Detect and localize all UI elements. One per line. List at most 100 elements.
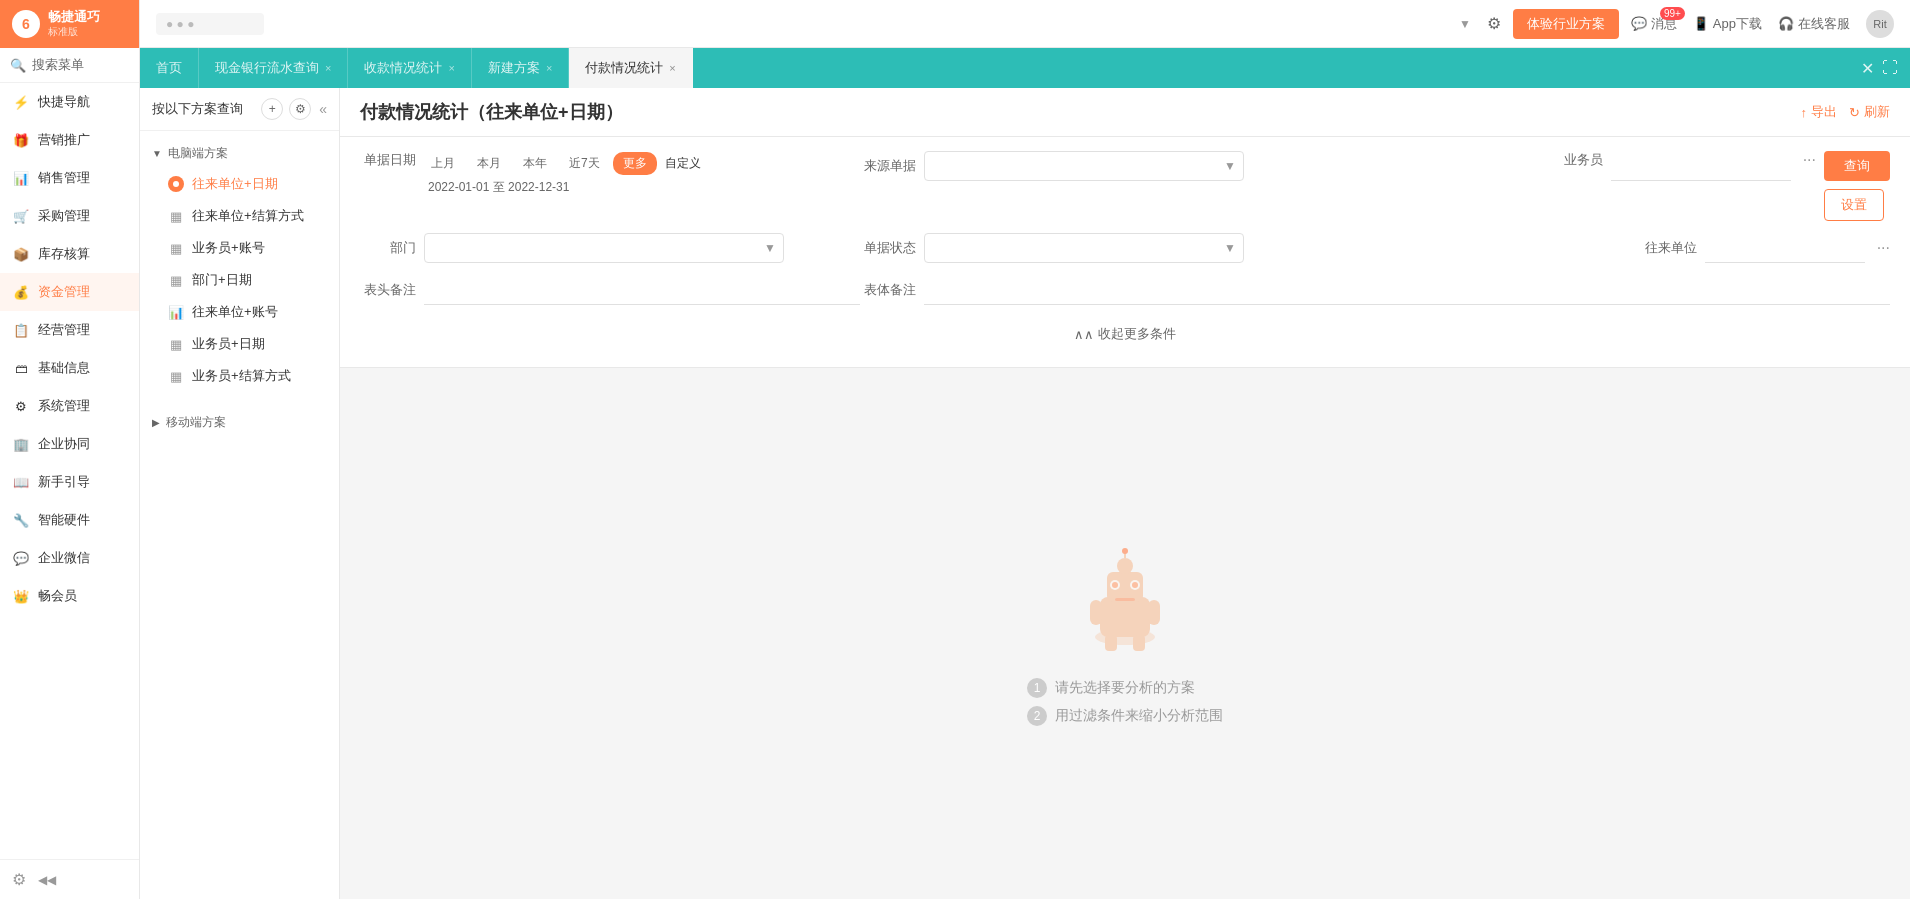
date-custom-label[interactable]: 自定义 — [665, 155, 701, 172]
message-icon: 💬 — [1631, 16, 1647, 31]
export-label: 导出 — [1811, 103, 1837, 121]
messages-button[interactable]: 💬 消息 99+ — [1631, 15, 1677, 33]
scheme-item-label: 业务员+结算方式 — [192, 367, 291, 385]
add-scheme-button[interactable]: + — [261, 98, 283, 120]
sidebar: 6 畅捷通巧 标准版 🔍 搜索菜单 ⚡ 快捷导航 🎁 营销推广 📊 销售管理 🛒… — [0, 0, 140, 899]
dept-date-icon: ▦ — [168, 272, 184, 288]
sidebar-item-operation[interactable]: 📋 经营管理 — [0, 311, 139, 349]
sidebar-item-purchase[interactable]: 🛒 采购管理 — [0, 197, 139, 235]
logo-sub: 标准版 — [48, 25, 100, 39]
tab-new-plan-close-icon[interactable]: × — [546, 62, 552, 74]
body-note-input[interactable] — [924, 275, 1890, 305]
online-service-button[interactable]: 🎧 在线客服 — [1778, 15, 1850, 33]
marketing-icon: 🎁 — [12, 131, 30, 149]
refresh-icon: ↻ — [1849, 105, 1860, 120]
tip1-text: 请先选择要分析的方案 — [1055, 679, 1195, 697]
tab-cashflow-close-icon[interactable]: × — [325, 62, 331, 74]
date-btn-this-month[interactable]: 本月 — [468, 151, 510, 176]
sidebar-item-member[interactable]: 👑 畅会员 — [0, 577, 139, 615]
sidebar-item-label: 基础信息 — [38, 359, 90, 377]
query-button[interactable]: 查询 — [1824, 151, 1890, 181]
sidebar-item-sales[interactable]: 📊 销售管理 — [0, 159, 139, 197]
user-avatar[interactable]: Rit — [1866, 10, 1894, 38]
svg-point-6 — [1112, 582, 1118, 588]
sidebar-item-finance[interactable]: 💰 资金管理 — [0, 273, 139, 311]
sidebar-item-enterprise[interactable]: 🏢 企业协同 — [0, 425, 139, 463]
scheme-settings-button[interactable]: ⚙ — [289, 98, 311, 120]
search-menu[interactable]: 🔍 搜索菜单 — [0, 48, 139, 83]
partner-date-icon — [168, 176, 184, 192]
staff-input-area — [1611, 151, 1791, 181]
tab-home[interactable]: 首页 — [140, 48, 199, 88]
status-label: 单据状态 — [860, 239, 916, 257]
sidebar-item-guide[interactable]: 📖 新手引导 — [0, 463, 139, 501]
mobile-group-title[interactable]: ▶ 移动端方案 — [140, 408, 339, 437]
topbar-gear-icon[interactable]: ⚙ — [1487, 14, 1501, 33]
status-select-wrap: ▼ — [924, 233, 1244, 263]
date-more-button[interactable]: 更多 — [613, 152, 657, 175]
staff-date-icon: ▦ — [168, 336, 184, 352]
tab-payment-stats-close-icon[interactable]: × — [669, 62, 675, 74]
close-tab-icon[interactable]: ✕ — [1861, 59, 1874, 78]
trial-button[interactable]: 体验行业方案 — [1513, 9, 1619, 39]
status-select[interactable] — [924, 233, 1244, 263]
export-button[interactable]: ↑ 导出 — [1801, 103, 1838, 121]
left-panel-title: 按以下方案查询 — [152, 100, 253, 118]
maximize-tab-icon[interactable]: ⛶ — [1882, 59, 1898, 77]
tab-new-plan[interactable]: 新建方案 × — [472, 48, 569, 88]
date-btn-7days[interactable]: 近7天 — [560, 151, 609, 176]
header-note-label: 表头备注 — [360, 281, 416, 299]
svg-rect-10 — [1148, 600, 1160, 625]
empty-tip-1: 1 请先选择要分析的方案 — [1027, 678, 1223, 698]
sidebar-item-system[interactable]: ⚙ 系统管理 — [0, 387, 139, 425]
tab-new-plan-label: 新建方案 — [488, 59, 540, 77]
desktop-group-title[interactable]: ▼ 电脑端方案 — [140, 139, 339, 168]
collapse-filter-button[interactable]: ∧∧ 收起更多条件 — [1064, 315, 1186, 353]
sidebar-item-hardware[interactable]: 🔧 智能硬件 — [0, 501, 139, 539]
tab-receipts-close-icon[interactable]: × — [448, 62, 454, 74]
date-btn-last-month[interactable]: 上月 — [422, 151, 464, 176]
scheme-item-partner-date[interactable]: 往来单位+日期 — [140, 168, 339, 200]
collapse-filter-label: 收起更多条件 — [1098, 325, 1176, 343]
search-label: 搜索菜单 — [32, 56, 84, 74]
settings-bottom-icon[interactable]: ⚙ — [12, 870, 26, 889]
tab-payment-stats[interactable]: 付款情况统计 × — [569, 48, 692, 88]
refresh-button[interactable]: ↻ 刷新 — [1849, 103, 1890, 121]
sidebar-item-quick-nav[interactable]: ⚡ 快捷导航 — [0, 83, 139, 121]
sidebar-item-label: 经营管理 — [38, 321, 90, 339]
tab-cashflow[interactable]: 现金银行流水查询 × — [199, 48, 348, 88]
sidebar-item-label: 快捷导航 — [38, 93, 90, 111]
dept-select[interactable] — [424, 233, 784, 263]
scheme-item-staff-settle[interactable]: ▦ 业务员+结算方式 — [140, 360, 339, 392]
mobile-group-arrow-icon: ▶ — [152, 417, 160, 428]
scheme-item-dept-date[interactable]: ▦ 部门+日期 — [140, 264, 339, 296]
date-options: 上月 本月 本年 近7天 更多 自定义 2022-01-01 至 2022-12… — [422, 151, 701, 196]
partner-dots[interactable]: ··· — [1877, 239, 1890, 257]
member-icon: 👑 — [12, 587, 30, 605]
date-btn-this-year[interactable]: 本年 — [514, 151, 556, 176]
filter-settings-button[interactable]: 设置 — [1824, 189, 1884, 221]
tab-receipts[interactable]: 收款情况统计 × — [348, 48, 471, 88]
scheme-item-staff-date[interactable]: ▦ 业务员+日期 — [140, 328, 339, 360]
empty-state: 1 请先选择要分析的方案 2 用过滤条件来缩小分析范围 — [340, 368, 1910, 899]
app-download-button[interactable]: 📱 App下载 — [1693, 15, 1762, 33]
scheme-item-partner-settle[interactable]: ▦ 往来单位+结算方式 — [140, 200, 339, 232]
refresh-label: 刷新 — [1864, 103, 1890, 121]
tab-cashflow-label: 现金银行流水查询 — [215, 59, 319, 77]
staff-dots[interactable]: ··· — [1803, 151, 1816, 169]
address-chevron-icon[interactable]: ▼ — [1459, 17, 1471, 31]
collapse-sidebar-icon[interactable]: ◀◀ — [38, 873, 56, 887]
collapse-up-icon: ∧∧ — [1074, 327, 1094, 342]
source-label: 来源单据 — [860, 157, 916, 175]
scheme-item-partner-account[interactable]: 📊 往来单位+账号 — [140, 296, 339, 328]
collapse-panel-icon[interactable]: « — [319, 101, 327, 117]
operation-icon: 📋 — [12, 321, 30, 339]
source-select[interactable] — [924, 151, 1244, 181]
scheme-item-staff-account[interactable]: ▦ 业务员+账号 — [140, 232, 339, 264]
header-note-input[interactable] — [424, 275, 860, 305]
sidebar-item-weixin[interactable]: 💬 企业微信 — [0, 539, 139, 577]
sidebar-item-inventory[interactable]: 📦 库存核算 — [0, 235, 139, 273]
sidebar-item-basic[interactable]: 🗃 基础信息 — [0, 349, 139, 387]
sidebar-item-marketing[interactable]: 🎁 营销推广 — [0, 121, 139, 159]
topbar: ● ● ● ▼ ⚙ 体验行业方案 💬 消息 99+ 📱 App下载 🎧 在线客服… — [140, 0, 1910, 48]
